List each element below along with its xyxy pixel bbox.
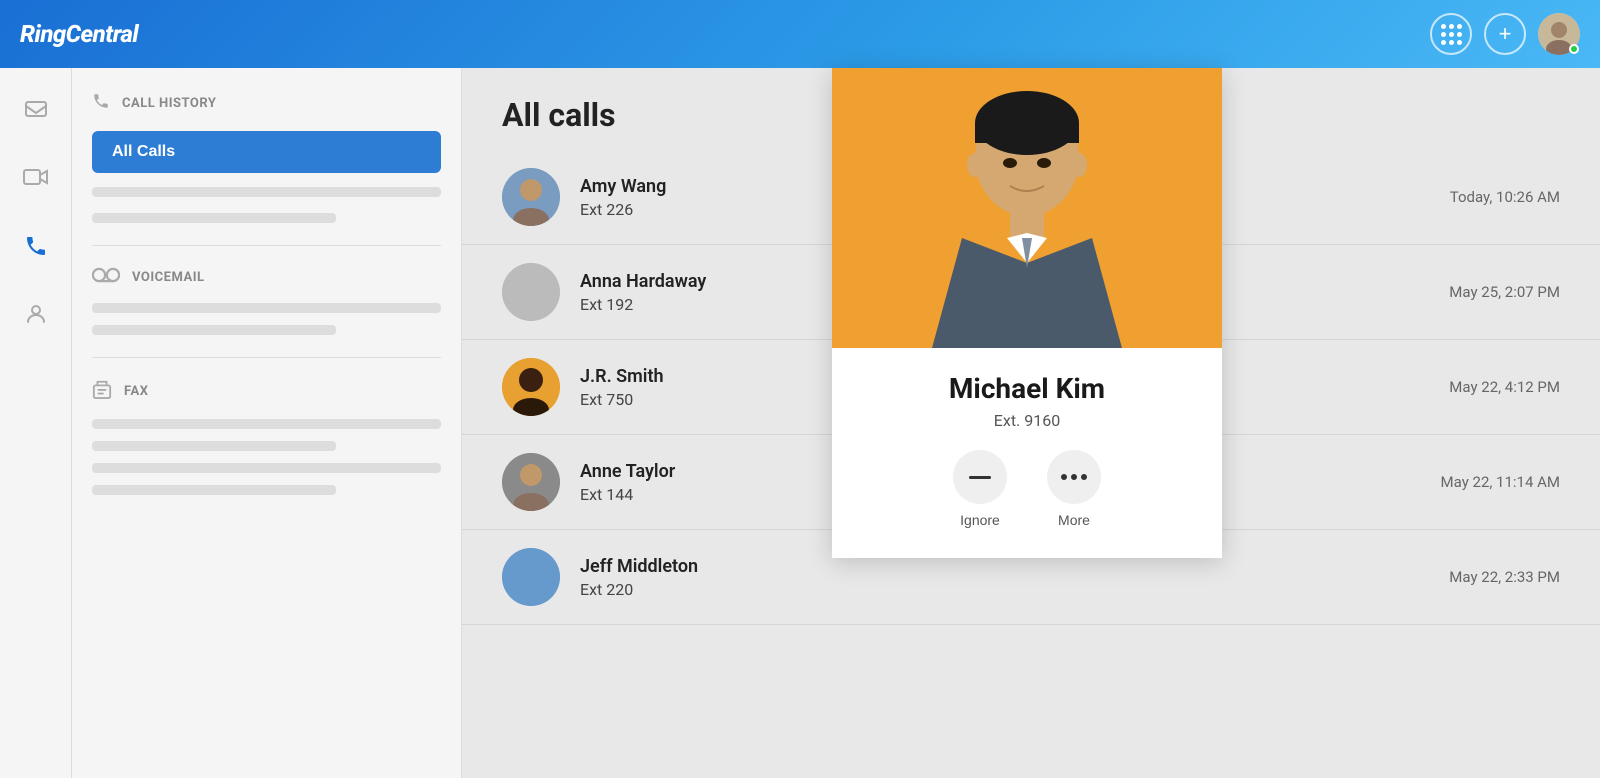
sidebar-placeholder-2 (92, 213, 336, 223)
voicemail-label: VOICEMAIL (132, 270, 205, 285)
icon-bar (0, 68, 72, 778)
call-ext-jeff: Ext 220 (580, 580, 1429, 599)
ignore-icon (953, 450, 1007, 504)
video-icon-item[interactable] (14, 156, 58, 200)
fax-placeholder-2 (92, 441, 336, 451)
fax-placeholder-1 (92, 419, 441, 429)
voicemail-section: VOICEMAIL (92, 266, 441, 337)
all-calls-button[interactable]: All Calls (92, 131, 441, 173)
voicemail-title: VOICEMAIL (92, 266, 441, 289)
dialpad-icon (1441, 24, 1462, 45)
dialpad-button[interactable] (1430, 13, 1472, 55)
more-button[interactable]: More (1047, 450, 1101, 528)
contact-name: Michael Kim (856, 372, 1198, 405)
contacts-icon-item[interactable] (14, 292, 58, 336)
fax-section: FAX (92, 378, 441, 497)
fax-icon (92, 378, 112, 405)
voicemail-icon (92, 266, 120, 289)
add-button[interactable]: + (1484, 13, 1526, 55)
call-time-jr: May 22, 4:12 PM (1429, 378, 1560, 396)
logo: RingCentral (20, 20, 138, 48)
main-layout: CALL HISTORY All Calls VOICEMAIL (0, 68, 1600, 778)
ignore-label: Ignore (960, 512, 1000, 528)
contact-info: Michael Kim Ext. 9160 Ignore (832, 348, 1222, 558)
contact-photo (832, 68, 1222, 348)
sidebar: CALL HISTORY All Calls VOICEMAIL (72, 68, 462, 778)
contact-photo-svg (832, 68, 1222, 348)
phone-small-icon (92, 92, 110, 115)
call-time-anne: May 22, 11:14 AM (1421, 473, 1560, 491)
contact-actions: Ignore More (856, 450, 1198, 538)
contact-card: Michael Kim Ext. 9160 Ignore (832, 68, 1222, 558)
fax-label: FAX (124, 384, 148, 399)
avatar-jeff (502, 548, 560, 606)
avatar-jr (502, 358, 560, 416)
vm-placeholder-1 (92, 303, 441, 313)
fax-placeholder-4 (92, 485, 336, 495)
sidebar-placeholder-1 (92, 187, 441, 197)
vm-placeholder-2 (92, 325, 336, 335)
call-time-amy: Today, 10:26 AM (1430, 188, 1560, 206)
avatar-amy (502, 168, 560, 226)
call-history-section: CALL HISTORY (92, 92, 441, 115)
fax-placeholder-3 (92, 463, 441, 473)
ignore-button[interactable]: Ignore (953, 450, 1007, 528)
sidebar-divider-1 (92, 245, 441, 246)
call-info-jeff: Jeff Middleton Ext 220 (580, 556, 1429, 599)
avatar-anne (502, 453, 560, 511)
more-icon (1047, 450, 1101, 504)
header-actions: + (1430, 13, 1580, 55)
avatar-anna (502, 263, 560, 321)
more-label: More (1058, 512, 1090, 528)
online-status-dot (1569, 44, 1579, 54)
user-avatar[interactable] (1538, 13, 1580, 55)
sidebar-divider-2 (92, 357, 441, 358)
call-time-anna: May 25, 2:07 PM (1429, 283, 1560, 301)
phone-icon-item[interactable] (14, 224, 58, 268)
messages-icon-item[interactable] (14, 88, 58, 132)
content-area: All calls Amy Wang Ext 226 Today, 10:26 … (462, 68, 1600, 778)
header: RingCentral + (0, 0, 1600, 68)
call-history-label: CALL HISTORY (122, 96, 216, 111)
call-time-jeff: May 22, 2:33 PM (1429, 568, 1560, 586)
fax-title: FAX (92, 378, 441, 405)
call-name-jeff: Jeff Middleton (580, 556, 1429, 577)
contact-ext: Ext. 9160 (856, 411, 1198, 430)
